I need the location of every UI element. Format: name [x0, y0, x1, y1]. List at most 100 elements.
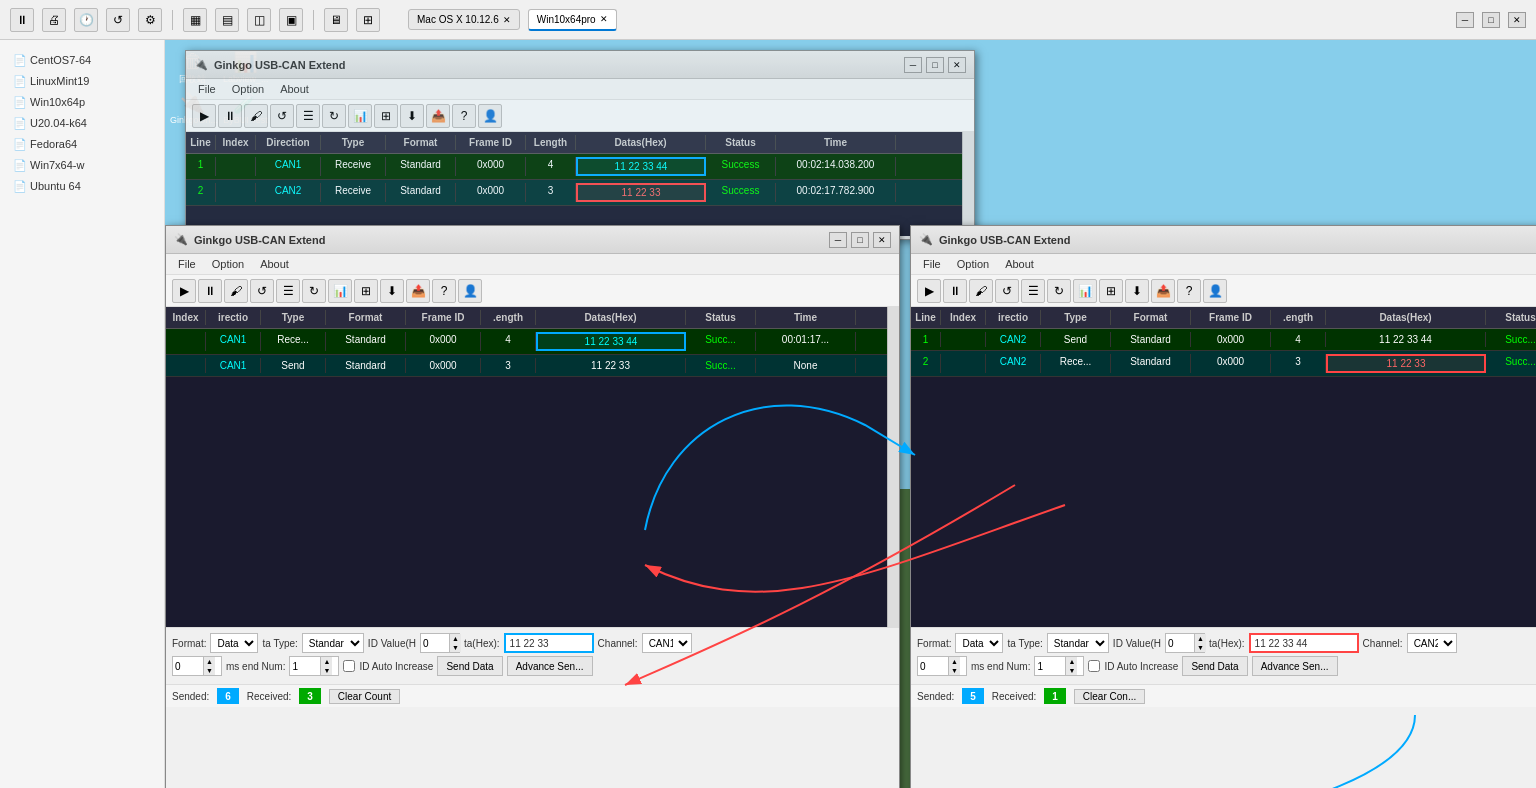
left-tatype-select[interactable]: Standar — [302, 633, 364, 653]
left-tb-brush[interactable]: 🖌 — [224, 279, 248, 303]
left-tb-export[interactable]: 📤 — [406, 279, 430, 303]
right-tb-pause[interactable]: ⏸ — [943, 279, 967, 303]
bg-tb-help[interactable]: ? — [452, 104, 476, 128]
monitor-btn[interactable]: 🖥 — [324, 8, 348, 32]
right-tb-help[interactable]: ? — [1177, 279, 1201, 303]
bg-tb-pause[interactable]: ⏸ — [218, 104, 242, 128]
pause-btn[interactable]: ⏸ — [10, 8, 34, 32]
sidebar-item-u20[interactable]: 📄 U20.04-k64 — [5, 113, 159, 134]
tab-mac[interactable]: Mac OS X 10.12.6 ✕ — [408, 9, 520, 30]
left-delay-input[interactable] — [173, 661, 203, 672]
left-tb-help[interactable]: ? — [432, 279, 456, 303]
right-tb-play[interactable]: ▶ — [917, 279, 941, 303]
right-id-up[interactable]: ▲ — [1194, 634, 1206, 643]
left-tb-user[interactable]: 👤 — [458, 279, 482, 303]
right-id-input[interactable] — [1166, 638, 1194, 649]
right-tb-import[interactable]: ⬇ — [1125, 279, 1149, 303]
right-menu-option[interactable]: Option — [949, 256, 997, 272]
right-delay-input[interactable] — [918, 661, 948, 672]
right-tb-table[interactable]: ⊞ — [1099, 279, 1123, 303]
sidebar-item-linux[interactable]: 📄 LinuxMint19 — [5, 71, 159, 92]
left-endnum-up[interactable]: ▲ — [320, 657, 332, 666]
bg-tb-refresh[interactable]: ↺ — [270, 104, 294, 128]
app-maximize[interactable]: □ — [1482, 12, 1500, 28]
right-tb-list[interactable]: ☰ — [1021, 279, 1045, 303]
left-advance-btn[interactable]: Advance Sen... — [507, 656, 593, 676]
right-endnum-down[interactable]: ▼ — [1065, 666, 1077, 675]
bg-tb-import[interactable]: ⬇ — [400, 104, 424, 128]
tab-win10-close[interactable]: ✕ — [600, 14, 608, 24]
sidebar-item-ubuntu[interactable]: 📄 Ubuntu 64 — [5, 176, 159, 197]
right-tatype-select[interactable]: Standar — [1047, 633, 1109, 653]
left-win-minimize[interactable]: ─ — [829, 232, 847, 248]
left-id-down[interactable]: ▼ — [449, 643, 461, 652]
right-tb-refresh[interactable]: ↺ — [995, 279, 1019, 303]
bg-win-restore[interactable]: □ — [926, 57, 944, 73]
left-tb-pause[interactable]: ⏸ — [198, 279, 222, 303]
tab-mac-close[interactable]: ✕ — [503, 15, 511, 25]
right-tb-user[interactable]: 👤 — [1203, 279, 1227, 303]
bg-menu-about[interactable]: About — [272, 81, 317, 97]
bg-tb-brush[interactable]: 🖌 — [244, 104, 268, 128]
bg-win-minimize[interactable]: ─ — [904, 57, 922, 73]
left-endnum-input[interactable] — [290, 661, 320, 672]
left-tb-refresh[interactable]: ↺ — [250, 279, 274, 303]
left-endnum-spinner[interactable]: ▲ ▼ — [289, 656, 339, 676]
app-close[interactable]: ✕ — [1508, 12, 1526, 28]
left-win-restore[interactable]: □ — [851, 232, 869, 248]
bg-tb-export[interactable]: 📤 — [426, 104, 450, 128]
right-send-btn[interactable]: Send Data — [1182, 656, 1247, 676]
left-clear-btn[interactable]: Clear Count — [329, 689, 400, 704]
right-id-auto-check[interactable] — [1088, 660, 1100, 672]
left-format-select[interactable]: Data — [210, 633, 258, 653]
settings-btn[interactable]: ⚙ — [138, 8, 162, 32]
bg-win-close[interactable]: ✕ — [948, 57, 966, 73]
right-tb-refresh2[interactable]: ↻ — [1047, 279, 1071, 303]
right-endnum-input[interactable] — [1035, 661, 1065, 672]
sidebar-item-centos[interactable]: 📄 CentOS7-64 — [5, 50, 159, 71]
time-btn[interactable]: 🕐 — [74, 8, 98, 32]
print-btn[interactable]: 🖨 — [42, 8, 66, 32]
sidebar-item-fedora[interactable]: 📄 Fedora64 — [5, 134, 159, 155]
right-delay-spinner[interactable]: ▲ ▼ — [917, 656, 967, 676]
bg-tb-user[interactable]: 👤 — [478, 104, 502, 128]
right-endnum-up[interactable]: ▲ — [1065, 657, 1077, 666]
right-id-spinner[interactable]: ▲ ▼ — [1165, 633, 1205, 653]
refresh-btn[interactable]: ↺ — [106, 8, 130, 32]
view2-btn[interactable]: ▤ — [215, 8, 239, 32]
left-tb-table[interactable]: ⊞ — [354, 279, 378, 303]
bg-scrollbar[interactable] — [962, 132, 974, 236]
bg-menu-file[interactable]: File — [190, 81, 224, 97]
left-tb-play[interactable]: ▶ — [172, 279, 196, 303]
right-menu-file[interactable]: File — [915, 256, 949, 272]
view3-btn[interactable]: ◫ — [247, 8, 271, 32]
app-minimize[interactable]: ─ — [1456, 12, 1474, 28]
bg-tb-table[interactable]: ⊞ — [374, 104, 398, 128]
right-clear-btn[interactable]: Clear Con... — [1074, 689, 1145, 704]
right-data-input[interactable] — [1249, 633, 1359, 653]
view1-btn[interactable]: ▦ — [183, 8, 207, 32]
left-menu-file[interactable]: File — [170, 256, 204, 272]
left-send-btn[interactable]: Send Data — [437, 656, 502, 676]
left-tb-import[interactable]: ⬇ — [380, 279, 404, 303]
right-delay-up[interactable]: ▲ — [948, 657, 960, 666]
left-menu-option[interactable]: Option — [204, 256, 252, 272]
zoom-btn[interactable]: ⊞ — [356, 8, 380, 32]
right-tb-export[interactable]: 📤 — [1151, 279, 1175, 303]
sidebar-item-win10[interactable]: 📄 Win10x64p — [5, 92, 159, 113]
right-tb-chart[interactable]: 📊 — [1073, 279, 1097, 303]
bg-tb-refresh2[interactable]: ↻ — [322, 104, 346, 128]
right-channel-select[interactable]: CAN2 — [1407, 633, 1457, 653]
right-tb-brush[interactable]: 🖌 — [969, 279, 993, 303]
left-tb-refresh2[interactable]: ↻ — [302, 279, 326, 303]
sidebar-item-win7[interactable]: 📄 Win7x64-w — [5, 155, 159, 176]
view4-btn[interactable]: ▣ — [279, 8, 303, 32]
left-win-close[interactable]: ✕ — [873, 232, 891, 248]
left-delay-down[interactable]: ▼ — [203, 666, 215, 675]
left-id-input[interactable] — [421, 638, 449, 649]
right-endnum-spinner[interactable]: ▲ ▼ — [1034, 656, 1084, 676]
bg-tb-play[interactable]: ▶ — [192, 104, 216, 128]
right-menu-about[interactable]: About — [997, 256, 1042, 272]
left-scrollbar[interactable] — [887, 307, 899, 627]
bg-tb-chart[interactable]: 📊 — [348, 104, 372, 128]
